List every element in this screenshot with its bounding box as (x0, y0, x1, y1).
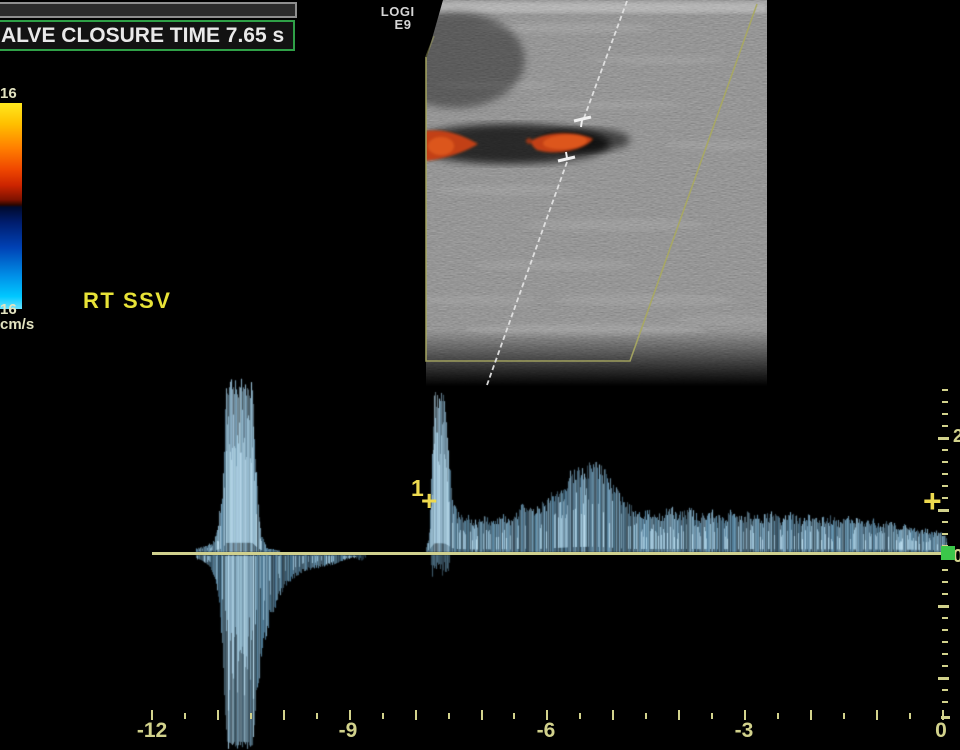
axis-tick (942, 593, 948, 595)
axis-tick (942, 425, 948, 427)
axis-tick (282, 710, 285, 720)
time-axis-label: -12 (136, 719, 168, 742)
velocity-axis-label-upper: 2 (953, 426, 960, 446)
axis-tick (579, 713, 582, 719)
axis-tick (612, 710, 615, 720)
axis-tick (942, 629, 948, 631)
axis-tick (942, 581, 948, 583)
axis-tick (810, 710, 812, 720)
axis-tick (938, 677, 949, 680)
time-axis-label: -6 (536, 719, 556, 742)
axis-tick (447, 713, 450, 719)
axis-tick (938, 605, 949, 608)
time-axis-label: 0 (935, 719, 947, 742)
axis-tick (942, 413, 948, 415)
axis-tick (942, 617, 948, 619)
axis-tick (942, 497, 948, 499)
axis-tick (938, 437, 949, 440)
axis-tick (842, 713, 845, 719)
measurement-marker-1-cross-icon[interactable]: + (421, 487, 437, 515)
active-cursor-cross-icon[interactable]: + (923, 485, 942, 517)
axis-tick (678, 710, 681, 720)
time-axis-label: -3 (734, 719, 754, 742)
time-axis-label: -9 (338, 719, 358, 742)
axis-tick (315, 713, 318, 719)
axis-tick (942, 389, 948, 391)
axis-tick (942, 521, 948, 523)
axis-tick (942, 533, 948, 535)
axis-tick (942, 653, 948, 655)
axis-tick (942, 701, 948, 703)
axis-tick (942, 461, 948, 463)
axis-tick (942, 485, 948, 487)
axis-tick (381, 713, 384, 719)
axis-tick (645, 713, 648, 719)
axis-tick (942, 665, 948, 667)
axis-tick (249, 713, 252, 719)
axis-tick (711, 713, 714, 719)
axis-tick (942, 473, 948, 475)
axis-tick (942, 689, 948, 691)
axis-tick (480, 710, 483, 720)
spectral-baseline[interactable] (152, 552, 949, 555)
axis-tick (183, 713, 186, 719)
axis-tick (414, 710, 417, 720)
axis-tick (875, 710, 878, 720)
axis-tick (513, 713, 516, 719)
baseline-marker[interactable] (941, 546, 955, 560)
axis-tick (942, 569, 948, 571)
ultrasound-screen: ALVE CLOSURE TIME 7.65 s LOGIQ E9 16 16 … (0, 0, 960, 750)
axis-tick (908, 713, 911, 719)
axis-tick (942, 401, 948, 403)
axis-tick (777, 713, 780, 719)
axis-tick (942, 641, 948, 643)
axis-tick (942, 449, 948, 451)
axis-tick (216, 710, 219, 720)
axes-layer: -12 -9 -6 -3 0 (0, 0, 960, 750)
